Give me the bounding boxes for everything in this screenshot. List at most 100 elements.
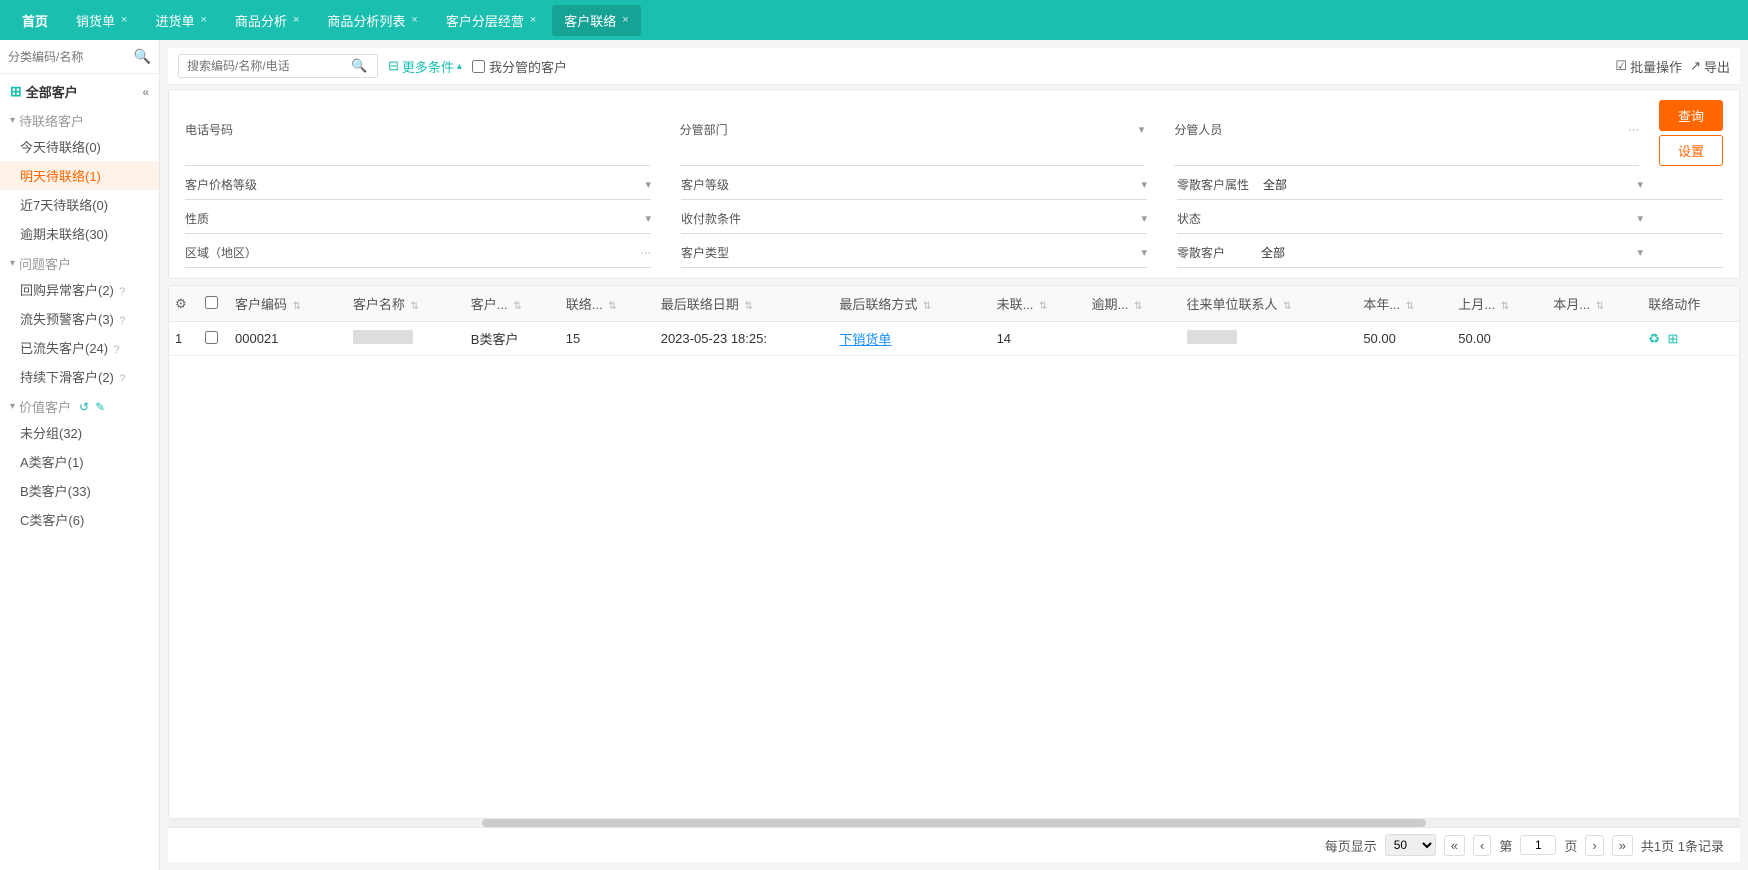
export-btn[interactable]: ↗ 导出 xyxy=(1690,57,1730,76)
nav-sales-order[interactable]: 销货单 × xyxy=(64,5,139,36)
th-contact[interactable]: 联络... ⇅ xyxy=(560,286,655,322)
select-all-checkbox[interactable] xyxy=(205,296,218,309)
per-page-select[interactable]: 50 100 200 xyxy=(1385,834,1436,856)
sidebar-item-repurchase-abnormal[interactable]: 回购异常客户(2) ? xyxy=(0,275,159,304)
scrollbar-thumb[interactable] xyxy=(482,819,1425,827)
sidebar-item-churned[interactable]: 已流失客户(24) ? xyxy=(0,333,159,362)
sort-icon[interactable]: ⇅ xyxy=(608,301,616,312)
problem-section-title[interactable]: ▾ 问题客户 xyxy=(0,248,159,275)
edit-icon[interactable]: ✎ xyxy=(95,400,105,414)
sidebar-item-class-b[interactable]: B类客户(33) xyxy=(0,476,159,505)
sidebar-item-churn-warning[interactable]: 流失预警客户(3) ? xyxy=(0,304,159,333)
filter-area: 电话号码 分管部门 ▾ 分管人员 ··· 查询 设置 xyxy=(168,89,1740,279)
sort-icon[interactable]: ⇅ xyxy=(1406,301,1414,312)
sidebar-search-wrap: 🔍 xyxy=(0,40,159,74)
close-icon[interactable]: × xyxy=(530,14,536,26)
nav-customer-tier[interactable]: 客户分层经营 × xyxy=(434,5,548,36)
prev-page-btn[interactable]: ‹ xyxy=(1473,835,1491,856)
value-section-title[interactable]: ▾ 价值客户 ↺ ✎ xyxy=(0,391,159,418)
next-page-btn[interactable]: › xyxy=(1585,835,1603,856)
sidebar-item-7days-pending[interactable]: 近7天待联络(0) xyxy=(0,190,159,219)
nav-product-analysis[interactable]: 商品分析 × xyxy=(223,5,311,36)
td-last-contact-method[interactable]: 下销货单 xyxy=(833,322,990,356)
my-customers-checkbox-wrap[interactable]: 我分管的客户 xyxy=(472,57,567,76)
nav-purchase-order[interactable]: 进货单 × xyxy=(143,5,218,36)
sort-icon[interactable]: ⇅ xyxy=(1039,301,1047,312)
th-checkbox[interactable] xyxy=(199,286,229,322)
sidebar-item-today-pending[interactable]: 今天待联络(0) xyxy=(0,132,159,161)
last-contact-link[interactable]: 下销货单 xyxy=(839,332,891,347)
th-code[interactable]: 客户编码 ⇅ xyxy=(229,286,347,322)
sidebar-all-customers[interactable]: ⊞ 全部客户 « xyxy=(0,74,159,105)
close-icon[interactable]: × xyxy=(293,14,299,26)
arrow-down-icon[interactable]: ▾ xyxy=(1637,212,1643,225)
batch-op-btn[interactable]: ☑ 批量操作 xyxy=(1615,57,1682,76)
sort-icon[interactable]: ⇅ xyxy=(1283,301,1291,312)
th-this-month[interactable]: 本月... ⇅ xyxy=(1547,286,1642,322)
help-icon: ? xyxy=(119,286,125,298)
th-uncontacted[interactable]: 未联... ⇅ xyxy=(991,286,1086,322)
sort-icon[interactable]: ⇅ xyxy=(293,301,301,312)
arrow-down-icon[interactable]: ▾ xyxy=(1141,246,1147,259)
close-icon[interactable]: × xyxy=(200,14,206,26)
search-input[interactable] xyxy=(187,59,347,73)
td-checkbox[interactable] xyxy=(199,322,229,356)
help-icon: ? xyxy=(113,344,119,356)
sidebar-search-input[interactable] xyxy=(8,50,130,64)
last-page-btn[interactable]: » xyxy=(1612,835,1633,856)
sort-icon[interactable]: ⇅ xyxy=(1501,301,1509,312)
th-type[interactable]: 客户... ⇅ xyxy=(465,286,560,322)
sort-icon[interactable]: ⇅ xyxy=(923,301,931,312)
th-last-month[interactable]: 上月... ⇅ xyxy=(1452,286,1547,322)
nav-customer-contact[interactable]: 客户联络 × xyxy=(552,5,640,36)
th-settings[interactable]: ⚙ xyxy=(169,286,199,322)
close-icon[interactable]: × xyxy=(622,14,628,26)
sidebar-item-class-c[interactable]: C类客户(6) xyxy=(0,505,159,534)
nav-home[interactable]: 首页 xyxy=(10,5,60,36)
sidebar-item-declining[interactable]: 持续下滑客户(2) ? xyxy=(0,362,159,391)
first-page-btn[interactable]: « xyxy=(1444,835,1465,856)
sidebar-item-class-a[interactable]: A类客户(1) xyxy=(0,447,159,476)
sort-icon[interactable]: ⇅ xyxy=(411,301,419,312)
th-last-contact-method[interactable]: 最后联络方式 ⇅ xyxy=(833,286,990,322)
query-button[interactable]: 查询 xyxy=(1659,100,1723,131)
arrow-down-icon[interactable]: ▾ xyxy=(645,212,651,225)
more-icon[interactable]: ··· xyxy=(640,247,651,259)
close-icon[interactable]: × xyxy=(411,14,417,26)
arrow-down-icon[interactable]: ▾ xyxy=(1637,246,1643,259)
close-icon[interactable]: × xyxy=(121,14,127,26)
gear-icon[interactable]: ⚙ xyxy=(175,296,187,311)
arrow-down-icon[interactable]: ▾ xyxy=(1141,178,1147,191)
row-checkbox[interactable] xyxy=(205,331,218,344)
horizontal-scrollbar[interactable] xyxy=(168,819,1740,827)
search-icon[interactable]: 🔍 xyxy=(351,58,367,74)
sidebar-item-tomorrow-pending[interactable]: 明天待联络(1) xyxy=(0,161,159,190)
th-name[interactable]: 客户名称 ⇅ xyxy=(347,286,465,322)
sidebar-item-overdue-contact[interactable]: 逾期未联络(30) xyxy=(0,219,159,248)
sidebar-item-unclassified[interactable]: 未分组(32) xyxy=(0,418,159,447)
page-input[interactable] xyxy=(1520,835,1556,855)
sort-icon[interactable]: ⇅ xyxy=(1134,301,1142,312)
sort-icon[interactable]: ⇅ xyxy=(1596,301,1604,312)
more-conditions-btn[interactable]: ⊟ 更多条件 ▴ xyxy=(388,57,462,76)
arrow-down-icon[interactable]: ▾ xyxy=(1141,212,1147,225)
contact-action-icon[interactable]: ♻ xyxy=(1648,331,1660,346)
arrow-down-icon[interactable]: ▾ xyxy=(1139,123,1145,136)
th-this-year[interactable]: 本年... ⇅ xyxy=(1357,286,1452,322)
my-customers-checkbox[interactable] xyxy=(472,60,485,73)
sort-icon[interactable]: ⇅ xyxy=(513,301,521,312)
th-last-contact-date[interactable]: 最后联络日期 ⇅ xyxy=(655,286,834,322)
arrow-down-icon[interactable]: ▾ xyxy=(645,178,651,191)
more-icon[interactable]: ··· xyxy=(1628,124,1639,136)
more-action-icon[interactable]: ⊞ xyxy=(1668,331,1679,346)
th-overdue[interactable]: 逾期... ⇅ xyxy=(1086,286,1181,322)
set-button[interactable]: 设置 xyxy=(1659,135,1723,166)
refresh-icon[interactable]: ↺ xyxy=(79,400,89,414)
collapse-icon[interactable]: « xyxy=(142,85,149,99)
arrow-down-icon[interactable]: ▾ xyxy=(1637,178,1643,191)
pending-section-title[interactable]: ▾ 待联络客户 xyxy=(0,105,159,132)
th-unit-contact[interactable]: 往来单位联系人 ⇅ xyxy=(1181,286,1358,322)
sidebar-search-icon[interactable]: 🔍 xyxy=(134,48,151,65)
sort-icon[interactable]: ⇅ xyxy=(744,301,752,312)
nav-product-analysis-list[interactable]: 商品分析列表 × xyxy=(315,5,429,36)
